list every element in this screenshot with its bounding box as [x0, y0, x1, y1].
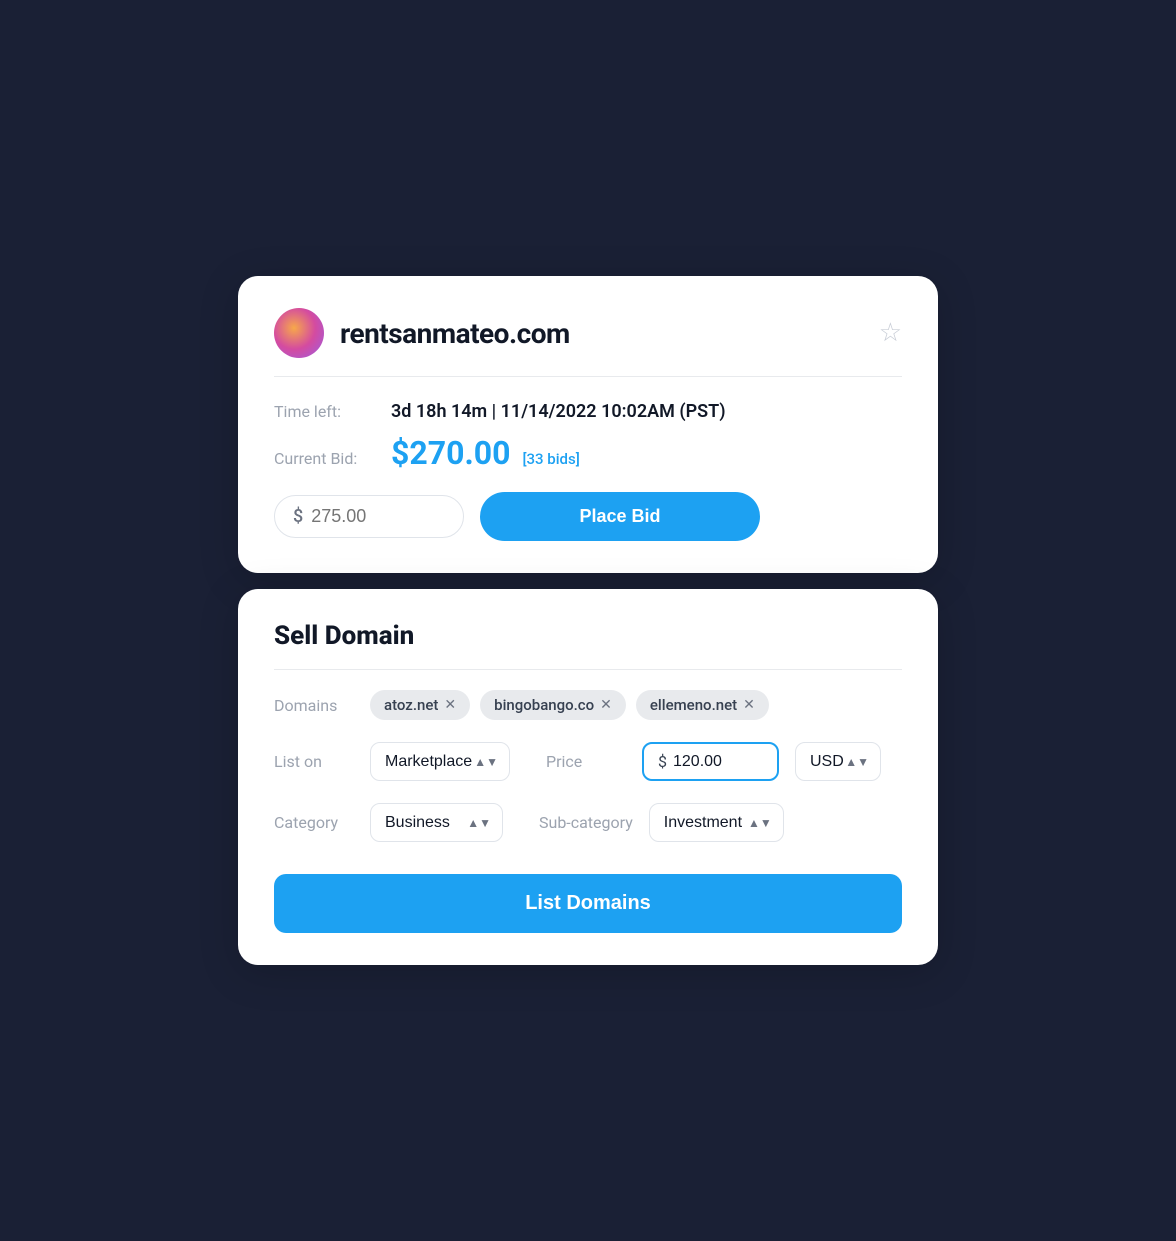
domains-row: Domains atoz.net ✕ bingobango.co ✕ ellem… — [274, 690, 902, 720]
domain-tag-1-remove[interactable]: ✕ — [444, 698, 456, 712]
domain-header: rentsanmateo.com ☆ — [274, 308, 902, 377]
subcategory-label: Sub-category — [539, 813, 633, 832]
domains-label: Domains — [274, 696, 354, 715]
list-on-label: List on — [274, 752, 354, 771]
auction-card: rentsanmateo.com ☆ Time left: 3d 18h 14m… — [238, 276, 938, 573]
domain-tags: atoz.net ✕ bingobango.co ✕ ellemeno.net … — [370, 690, 769, 720]
list-on-select-wrapper: Marketplace Auction ▲▼ — [370, 742, 510, 781]
price-input[interactable] — [673, 753, 763, 771]
domain-tag-3-remove[interactable]: ✕ — [743, 698, 755, 712]
place-bid-button[interactable]: Place Bid — [480, 492, 760, 541]
price-input-wrapper: $ — [642, 742, 779, 781]
list-domains-button[interactable]: List Domains — [274, 874, 902, 933]
time-left-value: 3d 18h 14m | 11/14/2022 10:02AM (PST) — [391, 401, 726, 422]
domain-name: rentsanmateo.com — [340, 317, 570, 350]
domain-tag-2-name: bingobango.co — [494, 696, 594, 714]
bid-dollar-sign: $ — [293, 506, 303, 527]
sell-domain-card: Sell Domain Domains atoz.net ✕ bingobang… — [238, 589, 938, 965]
list-on-select[interactable]: Marketplace Auction — [370, 742, 510, 781]
domain-tag-1-name: atoz.net — [384, 696, 438, 714]
sell-domain-title: Sell Domain — [274, 621, 902, 670]
category-select[interactable]: Business Technology Health Finance — [370, 803, 503, 842]
bids-badge: [33 bids] — [522, 450, 579, 468]
domain-tag-2: bingobango.co ✕ — [480, 690, 626, 720]
domain-logo-icon — [274, 308, 324, 358]
domain-tag-3: ellemeno.net ✕ — [636, 690, 769, 720]
domain-tag-1: atoz.net ✕ — [370, 690, 470, 720]
bid-area: $ Place Bid — [274, 492, 902, 541]
subcategory-select-wrapper: Investment Real Estate Finance Other ▲▼ — [649, 803, 784, 842]
time-left-row: Time left: 3d 18h 14m | 11/14/2022 10:02… — [274, 401, 902, 422]
current-bid-value: $270.00 — [391, 434, 510, 472]
current-bid-label: Current Bid: — [274, 449, 379, 468]
domain-tag-2-remove[interactable]: ✕ — [600, 698, 612, 712]
time-left-label: Time left: — [274, 402, 379, 421]
domain-left: rentsanmateo.com — [274, 308, 570, 358]
price-label: Price — [546, 752, 626, 771]
category-label: Category — [274, 813, 354, 832]
currency-select[interactable]: USD EUR GBP — [795, 742, 881, 781]
page-wrapper: rentsanmateo.com ☆ Time left: 3d 18h 14m… — [238, 276, 938, 965]
currency-select-wrapper: USD EUR GBP ▲▼ — [795, 742, 881, 781]
favorite-icon[interactable]: ☆ — [879, 320, 902, 346]
bid-input[interactable] — [311, 506, 421, 527]
category-select-wrapper: Business Technology Health Finance ▲▼ — [370, 803, 503, 842]
price-dollar-sign: $ — [658, 752, 667, 771]
current-bid-row: Current Bid: $270.00 [33 bids] — [274, 434, 902, 472]
subcategory-select[interactable]: Investment Real Estate Finance Other — [649, 803, 784, 842]
bid-input-wrapper: $ — [274, 495, 464, 538]
list-on-price-row: List on Marketplace Auction ▲▼ Price $ U… — [274, 742, 902, 781]
domain-tag-3-name: ellemeno.net — [650, 696, 737, 714]
category-row: Category Business Technology Health Fina… — [274, 803, 902, 842]
